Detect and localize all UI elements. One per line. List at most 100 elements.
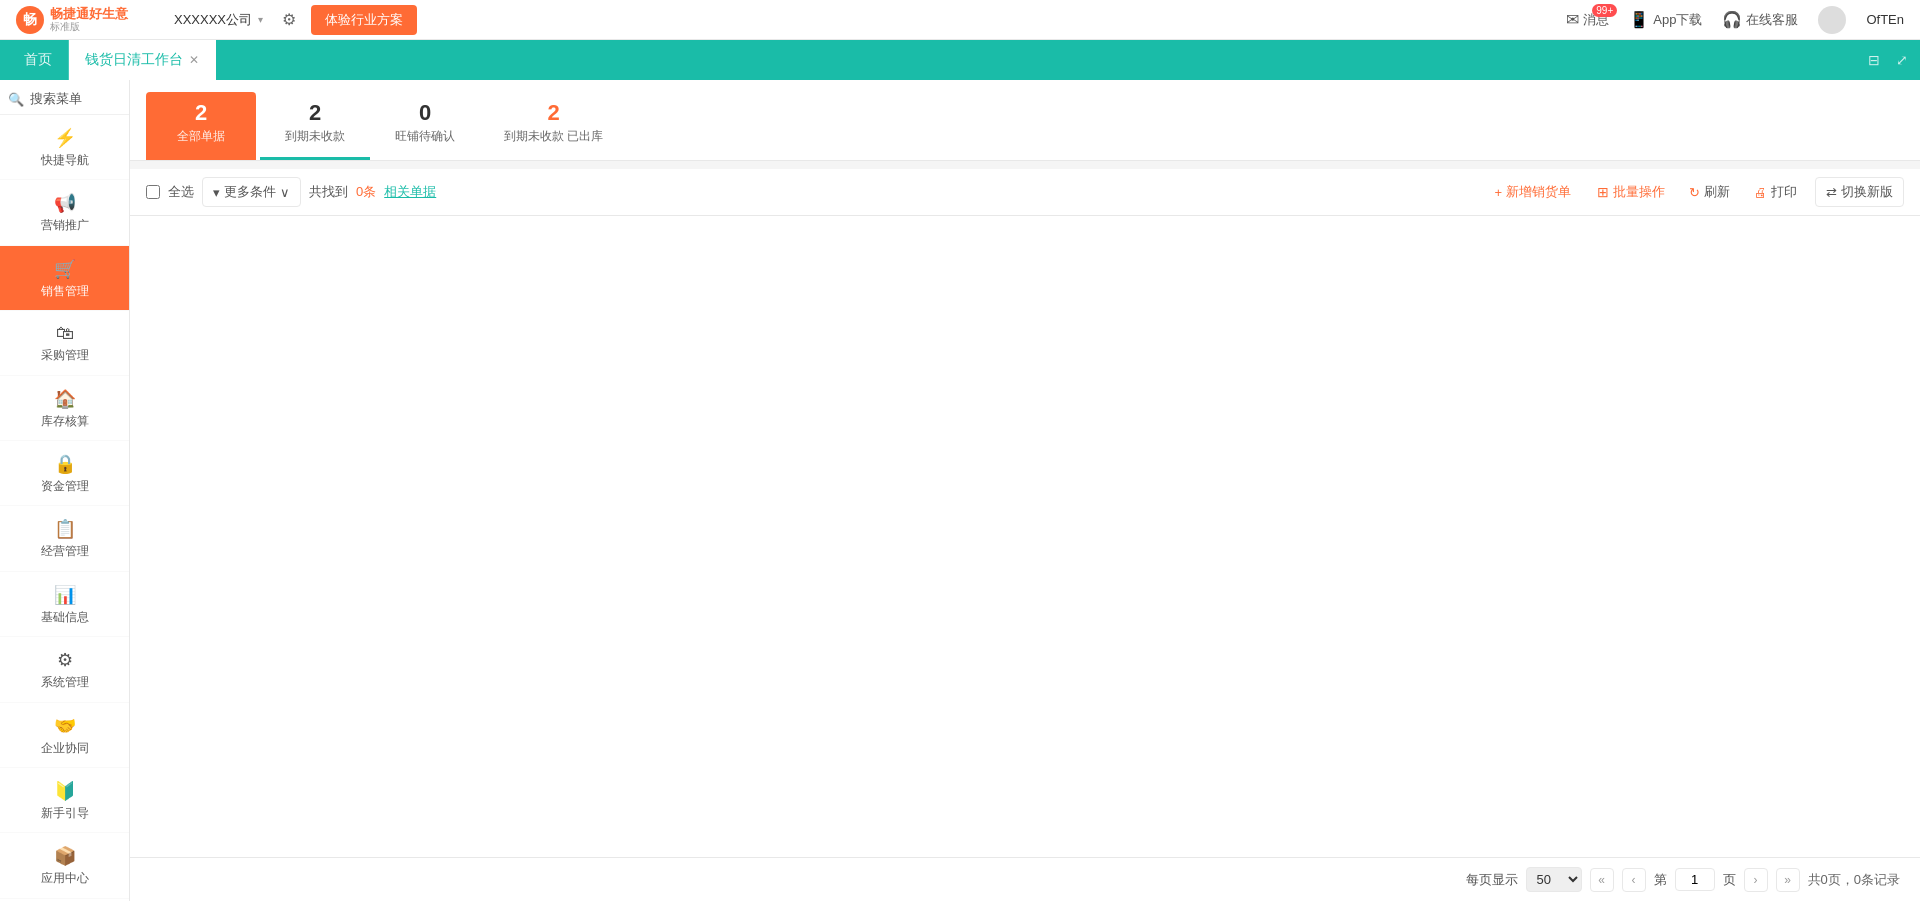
finance-icon: 🔒 bbox=[54, 453, 76, 475]
logo-icon: 畅 bbox=[16, 6, 44, 34]
stat-count-shipped: 2 bbox=[548, 100, 560, 126]
add-icon: + bbox=[1494, 185, 1502, 200]
tab-home-label: 首页 bbox=[24, 51, 52, 69]
nav-tabs-bar: 首页 钱货日清工作台 ✕ ⊟ ⤢ bbox=[0, 40, 1920, 80]
sidebar-item-sales[interactable]: 🛒 销售管理 bbox=[0, 246, 129, 311]
app-download-item[interactable]: 📱 App下载 bbox=[1629, 10, 1702, 29]
sidebar-search[interactable]: 🔍 搜索菜单 bbox=[0, 80, 129, 115]
sidebar: 🔍 搜索菜单 ⚡ 快捷导航 📢 营销推广 🛒 销售管理 🛍 采购管理 🏠 库存核… bbox=[0, 80, 130, 901]
sidebar-label-operations: 经营管理 bbox=[41, 544, 89, 558]
app-download-icon: 📱 bbox=[1629, 10, 1649, 29]
sidebar-item-inventory[interactable]: 🏠 库存核算 bbox=[0, 376, 129, 441]
online-service-label: 在线客服 bbox=[1746, 11, 1798, 29]
stat-label-all: 全部单据 bbox=[177, 128, 225, 145]
sidebar-item-basic[interactable]: 📊 基础信息 bbox=[0, 572, 129, 637]
stat-count-overdue: 2 bbox=[309, 100, 321, 126]
sidebar-label-purchase: 采购管理 bbox=[41, 348, 89, 362]
tab-work[interactable]: 钱货日清工作台 ✕ bbox=[69, 40, 216, 80]
system-icon: ⚙ bbox=[57, 649, 73, 671]
avatar[interactable] bbox=[1818, 6, 1846, 34]
switch-new-version-button[interactable]: ⇄ 切换新版 bbox=[1815, 177, 1904, 207]
per-page-select[interactable]: 50 10 20 100 bbox=[1526, 867, 1582, 892]
inventory-icon: 🏠 bbox=[54, 388, 76, 410]
page-unit: 页 bbox=[1723, 871, 1736, 889]
filter-button[interactable]: ▾ 更多条件 ∨ bbox=[202, 177, 301, 207]
last-page-button[interactable]: » bbox=[1776, 868, 1800, 892]
company-name: XXXXXX公司 bbox=[174, 11, 252, 29]
sales-icon: 🛒 bbox=[54, 258, 76, 280]
marketing-icon: 📢 bbox=[54, 192, 76, 214]
stat-tab-shipped[interactable]: 2 到期未收款 已出库 bbox=[480, 92, 627, 160]
next-page-button[interactable]: › bbox=[1744, 868, 1768, 892]
tab-expand-icon[interactable]: ⤢ bbox=[1892, 48, 1912, 72]
stat-tab-pending[interactable]: 0 旺铺待确认 bbox=[370, 92, 480, 160]
sidebar-label-quick-nav: 快捷导航 bbox=[41, 153, 89, 167]
sidebar-item-apps[interactable]: 📦 应用中心 bbox=[0, 833, 129, 898]
sidebar-label-sales: 销售管理 bbox=[41, 284, 89, 298]
select-all-label: 全选 bbox=[168, 183, 194, 201]
select-all-checkbox[interactable] bbox=[146, 185, 160, 199]
message-icon: ✉ bbox=[1566, 10, 1579, 29]
sidebar-item-quick-nav[interactable]: ⚡ 快捷导航 bbox=[0, 115, 129, 180]
enterprise-icon: 🤝 bbox=[54, 715, 76, 737]
toolbar-right: + 新增销货单 ⊞ 批量操作 ↻ 刷新 🖨 打印 ⇄ 切换新版 bbox=[1486, 177, 1904, 207]
logo-subtitle: 标准版 bbox=[50, 21, 128, 33]
page-label: 第 bbox=[1654, 871, 1667, 889]
stat-tab-all[interactable]: 2 全部单据 bbox=[146, 92, 256, 160]
stat-tab-overdue[interactable]: 2 到期未收款 bbox=[260, 92, 370, 160]
sidebar-item-finance[interactable]: 🔒 资金管理 bbox=[0, 441, 129, 506]
company-selector[interactable]: XXXXXX公司 ▾ bbox=[166, 7, 271, 33]
sidebar-label-finance: 资金管理 bbox=[41, 479, 89, 493]
guide-icon: 🔰 bbox=[54, 780, 76, 802]
batch-ops-button[interactable]: ⊞ 批量操作 bbox=[1591, 179, 1671, 205]
top-header: 畅 畅捷通好生意 标准版 XXXXXX公司 ▾ ⚙ 体验行业方案 ✉ 消息 99… bbox=[0, 0, 1920, 40]
main-layout: 🔍 搜索菜单 ⚡ 快捷导航 📢 营销推广 🛒 销售管理 🛍 采购管理 🏠 库存核… bbox=[0, 80, 1920, 901]
sidebar-item-operations[interactable]: 📋 经营管理 bbox=[0, 506, 129, 571]
sidebar-label-system: 系统管理 bbox=[41, 675, 89, 689]
header-right: ✉ 消息 99+ 📱 App下载 🎧 在线客服 OfTEn bbox=[1566, 6, 1904, 34]
print-button[interactable]: 🖨 打印 bbox=[1748, 179, 1803, 205]
sidebar-label-apps: 应用中心 bbox=[41, 871, 89, 885]
experience-button[interactable]: 体验行业方案 bbox=[311, 5, 417, 35]
switch-icon: ⇄ bbox=[1826, 185, 1837, 200]
sidebar-item-marketing[interactable]: 📢 营销推广 bbox=[0, 180, 129, 245]
sidebar-label-marketing: 营销推广 bbox=[41, 218, 89, 232]
print-label: 打印 bbox=[1771, 183, 1797, 201]
settings-button[interactable]: ⚙ bbox=[275, 6, 303, 34]
stat-label-overdue: 到期未收款 bbox=[285, 128, 345, 145]
online-service-item[interactable]: 🎧 在线客服 bbox=[1722, 10, 1798, 29]
sidebar-item-enterprise[interactable]: 🤝 企业协同 bbox=[0, 703, 129, 768]
sidebar-item-system[interactable]: ⚙ 系统管理 bbox=[0, 637, 129, 702]
found-count: 0条 bbox=[356, 183, 376, 201]
page-number-input[interactable] bbox=[1675, 868, 1715, 891]
prev-page-button[interactable]: ‹ bbox=[1622, 868, 1646, 892]
related-docs-link[interactable]: 相关单据 bbox=[384, 183, 436, 201]
refresh-button[interactable]: ↻ 刷新 bbox=[1683, 179, 1736, 205]
tab-work-label: 钱货日清工作台 bbox=[85, 51, 183, 69]
basic-icon: 📊 bbox=[54, 584, 76, 606]
apps-icon: 📦 bbox=[54, 845, 76, 867]
sidebar-item-guide[interactable]: 🔰 新手引导 bbox=[0, 768, 129, 833]
filter-icon: ▾ bbox=[213, 185, 220, 200]
add-sales-order-button[interactable]: + 新增销货单 bbox=[1486, 179, 1579, 205]
filter-chevron-icon: ∨ bbox=[280, 185, 290, 200]
switch-label: 切换新版 bbox=[1841, 183, 1893, 201]
first-page-button[interactable]: « bbox=[1590, 868, 1614, 892]
sidebar-label-basic: 基础信息 bbox=[41, 610, 89, 624]
logo-text: 畅捷通好生意 标准版 bbox=[50, 6, 128, 34]
tab-close-icon[interactable]: ✕ bbox=[189, 53, 199, 67]
logo-area: 畅 畅捷通好生意 标准版 bbox=[16, 6, 146, 34]
sidebar-label-enterprise: 企业协同 bbox=[41, 741, 89, 755]
operations-icon: 📋 bbox=[54, 518, 76, 540]
stat-count-all: 2 bbox=[195, 100, 207, 126]
sidebar-item-purchase[interactable]: 🛍 采购管理 bbox=[0, 311, 129, 375]
tab-controls: ⊟ ⤢ bbox=[1864, 48, 1912, 72]
message-badge: 99+ bbox=[1592, 4, 1617, 17]
logo-title: 畅捷通好生意 bbox=[50, 6, 128, 22]
search-label: 搜索菜单 bbox=[30, 90, 82, 108]
sidebar-label-inventory: 库存核算 bbox=[41, 414, 89, 428]
tab-home[interactable]: 首页 bbox=[8, 40, 69, 80]
message-item[interactable]: ✉ 消息 99+ bbox=[1566, 10, 1609, 29]
stat-label-shipped: 到期未收款 已出库 bbox=[504, 128, 603, 145]
tab-minimize-icon[interactable]: ⊟ bbox=[1864, 48, 1884, 72]
